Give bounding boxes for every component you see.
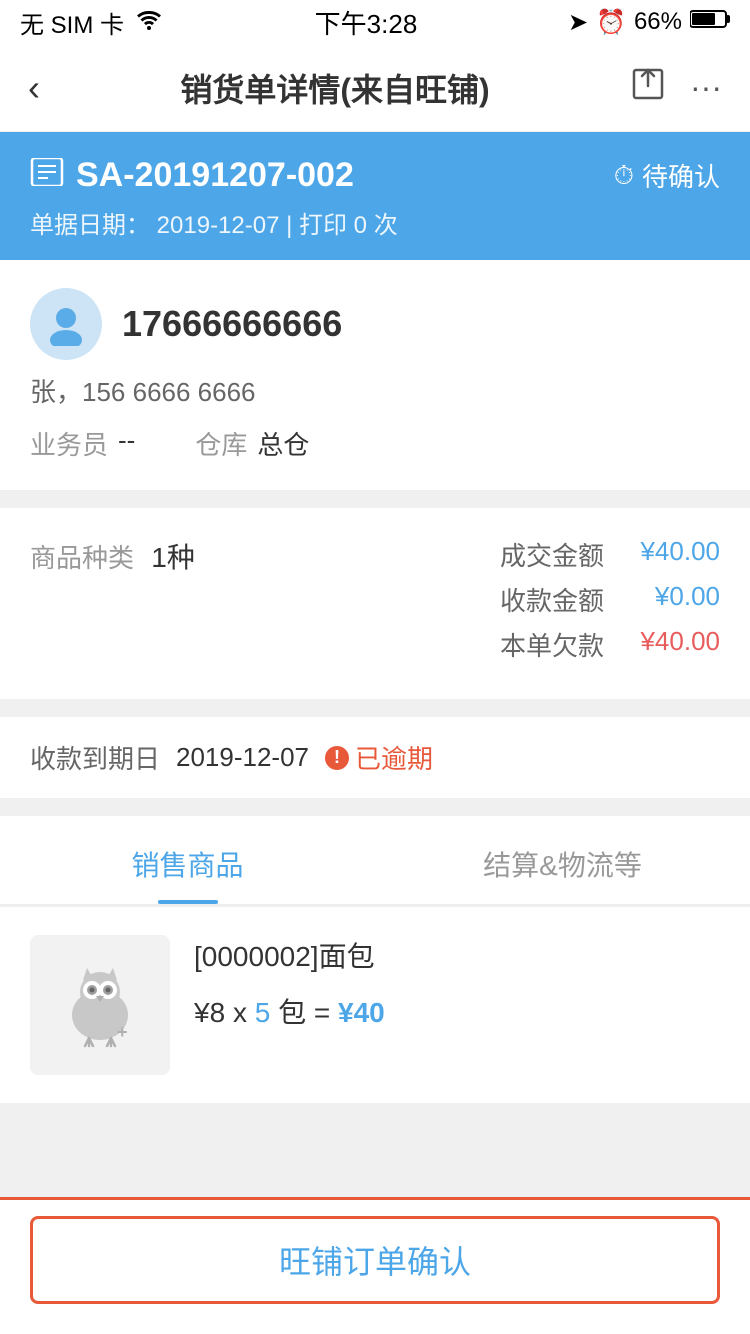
order-header: SA-20191207-002 ⏱ 待确认 单据日期： 2019-12-07 |… — [0, 132, 750, 260]
customer-card: 17666666666 张，156 6666 6666 业务员 -- 仓库 总仓 — [0, 260, 750, 490]
due-date-card: 收款到期日 2019-12-07 ! 已逾期 — [0, 717, 750, 798]
avatar — [30, 288, 102, 360]
location-icon: ➤ — [568, 8, 588, 37]
due-label: 收款到期日 — [30, 739, 160, 776]
warehouse-value: 总仓 — [257, 425, 309, 462]
order-id: SA-20191207-002 — [30, 156, 354, 195]
overdue-badge: ! 已逾期 — [325, 739, 433, 776]
amount-value: ¥40.00 — [620, 536, 720, 573]
equals-sign: = — [314, 997, 338, 1028]
battery-icon — [690, 8, 730, 36]
received-value: ¥0.00 — [620, 581, 720, 618]
product-unit: 包 — [278, 997, 306, 1028]
alarm-icon: ⏰ — [596, 8, 626, 37]
clock-icon: ⏱ — [614, 160, 634, 192]
tab-settlement[interactable]: 结算&物流等 — [375, 816, 750, 904]
product-info: [0000002]面包 ¥8 x 5 包 = ¥40 — [194, 935, 720, 1075]
share-button[interactable] — [630, 66, 666, 110]
tabs: 销售商品 结算&物流等 — [0, 816, 750, 905]
svg-text:+: + — [117, 1022, 128, 1042]
order-date: 单据日期： 2019-12-07 | 打印 0 次 — [30, 205, 720, 240]
wifi-icon — [134, 8, 164, 37]
battery-label: 66% — [634, 8, 682, 36]
product-card: + [0000002]面包 ¥8 x 5 包 = ¥40 — [0, 907, 750, 1103]
salesperson-value: -- — [118, 425, 135, 462]
overdue-icon: ! — [325, 746, 349, 770]
product-price: ¥8 x 5 包 = ¥40 — [194, 991, 720, 1031]
confirm-section: 旺铺订单确认 — [0, 1197, 750, 1334]
nav-actions: ··· — [630, 66, 722, 110]
goods-type: 商品种类 1种 — [30, 536, 195, 576]
overdue-text: 已逾期 — [355, 739, 433, 776]
carrier-label: 无 SIM 卡 — [20, 5, 124, 40]
received-label: 收款金额 — [500, 581, 604, 618]
order-status: ⏱ 待确认 — [614, 157, 720, 194]
order-icon — [30, 156, 64, 195]
product-name: [0000002]面包 — [194, 935, 720, 975]
due-date-value: 2019-12-07 — [176, 742, 309, 773]
tab-sales-goods[interactable]: 销售商品 — [0, 816, 375, 904]
more-button[interactable]: ··· — [690, 69, 722, 106]
summary-card: 商品种类 1种 成交金额 ¥40.00 收款金额 ¥0.00 本单欠款 ¥40.… — [0, 508, 750, 699]
product-total: ¥40 — [338, 997, 385, 1028]
price-label: ¥8 — [194, 997, 225, 1028]
warehouse-label: 仓库 — [195, 425, 247, 462]
customer-meta: 业务员 -- 仓库 总仓 — [30, 425, 720, 462]
page-title: 销货单详情(来自旺铺) — [180, 65, 489, 111]
salesperson-label: 业务员 — [30, 425, 108, 462]
amount-summary: 成交金额 ¥40.00 收款金额 ¥0.00 本单欠款 ¥40.00 — [500, 536, 720, 671]
status-time: 下午3:28 — [315, 4, 418, 41]
customer-phone: 17666666666 — [122, 303, 342, 345]
nav-bar: ‹ 销货单详情(来自旺铺) ··· — [0, 44, 750, 132]
amount-label: 成交金额 — [500, 536, 604, 573]
confirm-button[interactable]: 旺铺订单确认 — [30, 1216, 720, 1304]
customer-name: 张，156 6666 6666 — [30, 372, 720, 409]
product-image: + — [30, 935, 170, 1075]
status-bar-left: 无 SIM 卡 — [20, 5, 164, 40]
status-text: 待确认 — [642, 157, 720, 194]
debt-value: ¥40.00 — [620, 626, 720, 663]
back-button[interactable]: ‹ — [28, 67, 40, 109]
status-bar: 无 SIM 卡 下午3:28 ➤ ⏰ 66% — [0, 0, 750, 44]
debt-label: 本单欠款 — [500, 626, 604, 663]
status-bar-right: ➤ ⏰ 66% — [568, 8, 730, 37]
multiply-sign: x — [233, 997, 255, 1028]
product-qty: 5 — [255, 997, 271, 1028]
